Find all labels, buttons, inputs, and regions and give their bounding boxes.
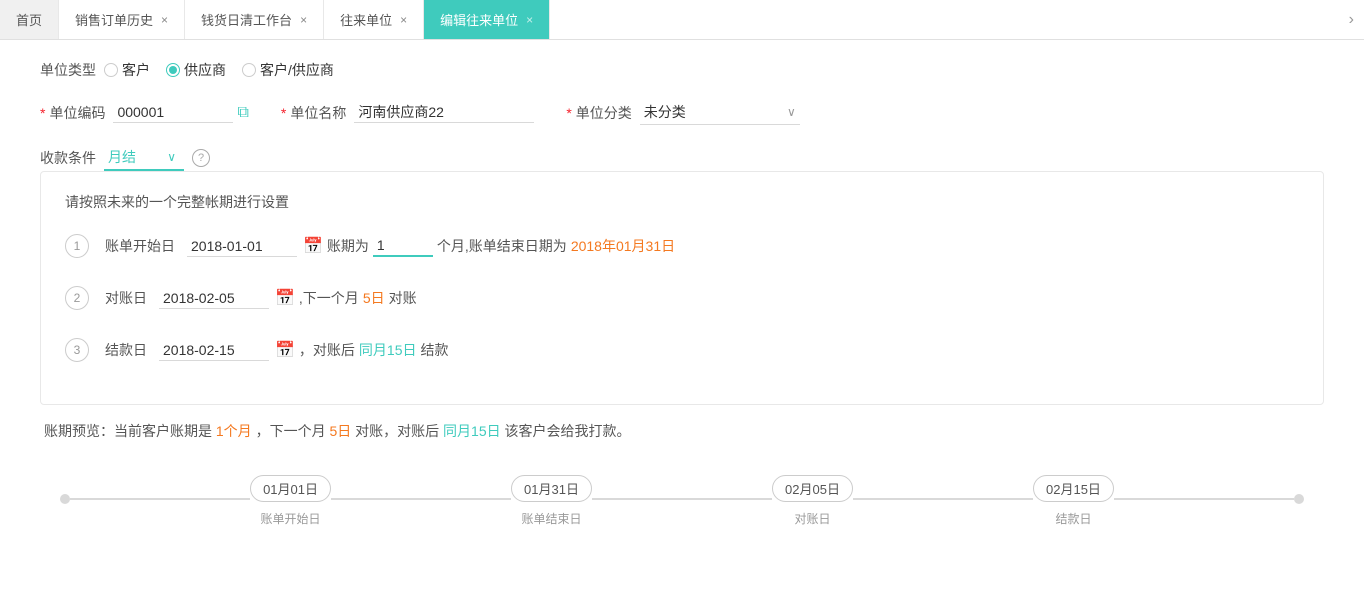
payment-chevron: ∨ bbox=[167, 150, 176, 164]
timeline-node-1: 01月31日 账单结束日 bbox=[511, 475, 592, 527]
preview-months: 1个月 bbox=[216, 423, 252, 439]
tab-cash-work[interactable]: 钱货日清工作台 × bbox=[185, 0, 324, 39]
setting-row-1: 1 账单开始日 📅 账期为 个月,账单结束日期为 2018年01月31日 bbox=[65, 228, 1299, 264]
payment-condition-row: 收款条件 月结 ∨ ? bbox=[40, 145, 1324, 171]
preview-day2: 同月15日 bbox=[443, 423, 501, 439]
period-input[interactable] bbox=[373, 235, 433, 257]
timeline-spacer-3 bbox=[853, 498, 1033, 500]
payment-condition-select[interactable]: 月结 ∨ bbox=[104, 145, 184, 171]
reconcile-suffix-end: 对账 bbox=[389, 288, 417, 308]
calendar-icon-1[interactable]: 📅 bbox=[303, 236, 323, 256]
timeline-pill-3: 02月15日 bbox=[1033, 475, 1114, 502]
setting-box: 请按照未来的一个完整帐期进行设置 1 账单开始日 📅 账期为 个月,账单结束日期… bbox=[40, 171, 1324, 405]
radio-circle-customer bbox=[104, 63, 118, 77]
radio-customer[interactable]: 客户 bbox=[104, 60, 150, 80]
calendar-icon-2[interactable]: 📅 bbox=[275, 288, 295, 308]
tab-close-sales-history[interactable]: × bbox=[161, 13, 168, 27]
tab-edit-partner[interactable]: 编辑往来单位 × bbox=[424, 0, 550, 39]
timeline-node-2: 02月05日 对账日 bbox=[772, 475, 853, 527]
preview-text: 账期预览：当前客户账期是 1个月 ，下一个月 5日 对账，对账后 同月15日 该… bbox=[40, 421, 1324, 441]
timeline-node-0: 01月01日 账单开始日 bbox=[250, 475, 331, 527]
tabs-bar: 首页 销售订单历史 × 钱货日清工作台 × 往来单位 × 编辑往来单位 × › bbox=[0, 0, 1364, 40]
timeline: 01月01日 账单开始日 01月31日 账单结束日 02月05日 对账日 02月… bbox=[40, 465, 1324, 537]
field-label-1: 账单开始日 bbox=[105, 236, 175, 256]
setting-row-3: 3 结款日 📅 ，对账后 同月15日 结款 bbox=[65, 332, 1299, 368]
unit-type-row: 单位类型 客户 供应商 客户/供应商 bbox=[40, 60, 1324, 80]
payment-day: 同月15日 bbox=[359, 340, 417, 360]
calendar-icon-3[interactable]: 📅 bbox=[275, 340, 295, 360]
tab-partners[interactable]: 往来单位 × bbox=[324, 0, 424, 39]
tab-home[interactable]: 首页 bbox=[0, 0, 59, 39]
main-content: 单位类型 客户 供应商 客户/供应商 * 单位编码 ⧉ bbox=[0, 40, 1364, 608]
timeline-pill-0: 01月01日 bbox=[250, 475, 331, 502]
timeline-pill-1: 01月31日 bbox=[511, 475, 592, 502]
unit-category-star: * bbox=[566, 105, 571, 121]
unit-code-input[interactable] bbox=[113, 102, 233, 123]
reconcile-suffix-pre: ,下一个月 bbox=[299, 288, 359, 308]
radio-circle-customer-supplier bbox=[242, 63, 256, 77]
unit-category-label: 单位分类 bbox=[576, 103, 632, 123]
field-label-2: 对账日 bbox=[105, 288, 147, 308]
unit-name-label: 单位名称 bbox=[290, 103, 346, 123]
timeline-spacer-4 bbox=[1114, 498, 1294, 500]
preview-day1: 5日 bbox=[329, 423, 351, 439]
timeline-dot-right bbox=[1294, 494, 1304, 504]
setting-title: 请按照未来的一个完整帐期进行设置 bbox=[65, 192, 1299, 212]
unit-name-group: * 单位名称 bbox=[281, 102, 534, 123]
radio-dot-supplier bbox=[169, 66, 177, 74]
timeline-pill-2: 02月05日 bbox=[772, 475, 853, 502]
unit-category-group: * 单位分类 未分类 ∨ bbox=[566, 100, 799, 125]
radio-customer-supplier[interactable]: 客户/供应商 bbox=[242, 60, 334, 80]
row-num-3: 3 bbox=[65, 338, 89, 362]
reconcile-date-input[interactable] bbox=[159, 288, 269, 309]
period-unit: 个月,账单结束日期为 bbox=[437, 236, 567, 256]
radio-supplier[interactable]: 供应商 bbox=[166, 60, 226, 80]
unit-category-chevron: ∨ bbox=[787, 105, 796, 119]
start-date-input[interactable] bbox=[187, 236, 297, 257]
tab-close-cash-work[interactable]: × bbox=[300, 13, 307, 27]
row-num-2: 2 bbox=[65, 286, 89, 310]
row-num-1: 1 bbox=[65, 234, 89, 258]
unit-code-label: 单位编码 bbox=[49, 103, 105, 123]
payment-suffix-pre: ，对账后 bbox=[299, 340, 355, 360]
timeline-label-0: 账单开始日 bbox=[261, 510, 321, 527]
unit-category-select[interactable]: 未分类 ∨ bbox=[640, 100, 800, 125]
field-label-3: 结款日 bbox=[105, 340, 147, 360]
payment-condition-label: 收款条件 bbox=[40, 148, 96, 168]
timeline-label-1: 账单结束日 bbox=[522, 510, 582, 527]
unit-name-star: * bbox=[281, 105, 286, 121]
copy-icon[interactable]: ⧉ bbox=[237, 104, 248, 122]
help-icon[interactable]: ? bbox=[192, 149, 210, 167]
unit-code-group: * 单位编码 ⧉ bbox=[40, 102, 249, 123]
period-end-date: 2018年01月31日 bbox=[571, 236, 675, 256]
timeline-dot-left bbox=[60, 494, 70, 504]
timeline-spacer-2 bbox=[592, 498, 772, 500]
tab-sales-history[interactable]: 销售订单历史 × bbox=[59, 0, 185, 39]
tab-close-partners[interactable]: × bbox=[400, 13, 407, 27]
tabs-scroll-arrow[interactable]: › bbox=[1339, 11, 1364, 29]
unit-type-label: 单位类型 bbox=[40, 60, 96, 80]
tab-close-edit-partner[interactable]: × bbox=[526, 13, 533, 27]
unit-info-row: * 单位编码 ⧉ * 单位名称 * 单位分类 未分类 ∨ bbox=[40, 100, 1324, 125]
timeline-label-2: 对账日 bbox=[794, 510, 830, 527]
reconcile-day: 5日 bbox=[363, 288, 385, 308]
payment-date-input[interactable] bbox=[159, 340, 269, 361]
timeline-spacer-1 bbox=[331, 498, 511, 500]
unit-name-input[interactable] bbox=[354, 102, 534, 123]
radio-circle-supplier bbox=[166, 63, 180, 77]
timeline-label-3: 结款日 bbox=[1055, 510, 1091, 527]
payment-suffix-end: 结款 bbox=[421, 340, 449, 360]
period-label: 账期为 bbox=[327, 236, 369, 256]
unit-code-star: * bbox=[40, 105, 45, 121]
timeline-spacer-0 bbox=[70, 498, 250, 500]
setting-row-2: 2 对账日 📅 ,下一个月 5日 对账 bbox=[65, 280, 1299, 316]
unit-type-radio-group: 客户 供应商 客户/供应商 bbox=[104, 60, 334, 80]
timeline-node-3: 02月15日 结款日 bbox=[1033, 475, 1114, 527]
